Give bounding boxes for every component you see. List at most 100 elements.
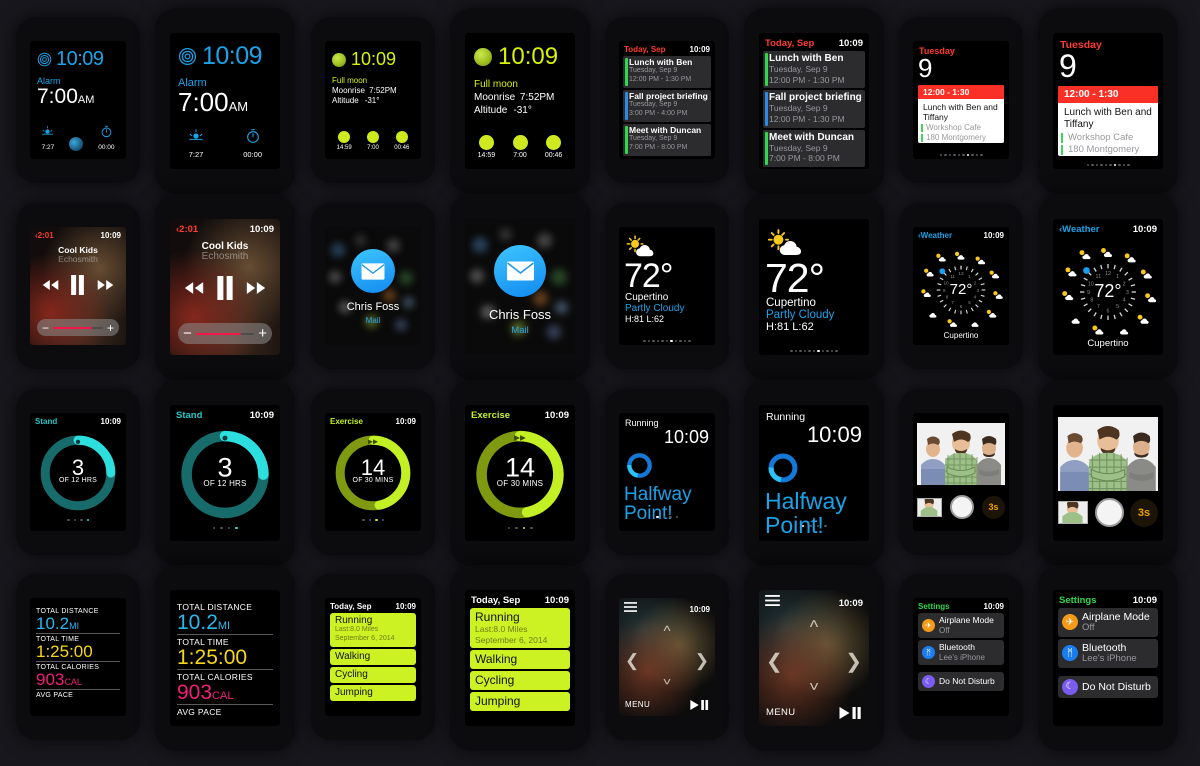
- shutter-button[interactable]: [1094, 498, 1124, 527]
- settings-row-airplane-mode[interactable]: ✈ Airplane Mode Off: [918, 613, 1004, 638]
- volume-plus[interactable]: +: [107, 322, 114, 334]
- shutter-button[interactable]: [950, 495, 974, 519]
- volume-slider[interactable]: − +: [37, 319, 119, 336]
- pause-icon[interactable]: [216, 276, 234, 300]
- chevron-right-icon[interactable]: ❯: [695, 652, 709, 669]
- settings-row-airplane-mode[interactable]: ✈ Airplane Mode Off: [1058, 608, 1158, 637]
- watch-screen[interactable]: Chris Foss Mail: [325, 227, 421, 345]
- watch-screen[interactable]: Running 10:09 Halfway Point!: [619, 413, 715, 531]
- watch-screen[interactable]: Settings 10:09 ✈ Airplane Mode Off ᛗ Blu…: [913, 598, 1009, 716]
- list-item[interactable]: Fall project briefing Tuesday, Sep 9 12:…: [763, 90, 865, 128]
- watch-screen[interactable]: 10:09 Full moon Moonrise 7:52PM Altitude…: [325, 41, 421, 159]
- watch-screen[interactable]: TOTAL DISTANCE 10.2MI TOTAL TIME 1:25:00…: [170, 590, 280, 726]
- pause-icon[interactable]: [70, 275, 85, 295]
- last-photo-thumbnail[interactable]: [917, 497, 942, 517]
- camera-viewfinder[interactable]: [917, 423, 1005, 485]
- watch-screen[interactable]: Chris Foss Mail: [465, 219, 575, 355]
- timer-button[interactable]: 3s: [982, 495, 1005, 519]
- watch-screen[interactable]: ‹2:01 10:09 Cool Kids Echosmith − +: [170, 219, 280, 355]
- chevron-right-icon[interactable]: ❯: [845, 652, 862, 672]
- watch-screen[interactable]: ‹Weather 10:09 12 1 2 3 4 5 6 7 8 9 10 1…: [913, 227, 1009, 345]
- watch-screen[interactable]: 72° Cupertino Partly Cloudy H:81 L:62: [619, 227, 715, 345]
- watch-screen[interactable]: 10:09 Alarm 7:00AM 7:27 00:00: [170, 33, 280, 169]
- watch-screen[interactable]: Stand 10:09 3 OF 12 HRS: [170, 405, 280, 541]
- watch-screen[interactable]: Today, Sep 10:09 Lunch with Ben Tuesday,…: [759, 33, 869, 169]
- watch-screen[interactable]: 72° Cupertino Partly Cloudy H:81 L:62: [759, 219, 869, 355]
- list-item[interactable]: Lunch with Ben Tuesday, Sep 9 12:00 PM -…: [623, 56, 711, 88]
- list-item[interactable]: Meet with Duncan Tuesday, Sep 9 7:00 PM …: [623, 123, 711, 156]
- watch-screen[interactable]: Today, Sep 10:09 Running Last:8.0 Miles …: [325, 598, 421, 716]
- watch-screen[interactable]: Exercise 10:09 ▶▶ 14 OF 30 MINS: [325, 413, 421, 531]
- event-card[interactable]: 12:00 - 1:30 Lunch with Ben and Tiffany …: [1058, 86, 1158, 156]
- list-item[interactable]: Fall project briefing Tuesday, Sep 9 3:0…: [623, 89, 711, 122]
- menu-button[interactable]: MENU: [766, 707, 796, 718]
- list-item[interactable]: Walking: [470, 650, 570, 670]
- list-item[interactable]: Running Last:8.0 Miles September 6, 2014: [330, 613, 416, 647]
- watch-screen[interactable]: 10:09 Full moon Moonrise 7:52PM Altitude…: [465, 33, 575, 169]
- list-item[interactable]: Walking: [330, 648, 416, 665]
- chevron-down-icon[interactable]: ^: [663, 670, 670, 687]
- list-item[interactable]: Lunch with Ben Tuesday, Sep 9 12:00 PM -…: [763, 51, 865, 89]
- back-button[interactable]: ‹Weather: [918, 231, 952, 240]
- watch-screen[interactable]: Tuesday 9 12:00 - 1:30 Lunch with Ben an…: [913, 41, 1009, 159]
- last-photo-thumbnail[interactable]: [1058, 501, 1088, 524]
- complication-alarm[interactable]: 7:00: [366, 131, 379, 151]
- list-icon[interactable]: [765, 595, 780, 609]
- complication-timer[interactable]: 14:59: [337, 131, 352, 151]
- volume-track[interactable]: [195, 332, 255, 335]
- volume-track[interactable]: [53, 326, 103, 329]
- chevron-left-icon[interactable]: ❮: [625, 652, 639, 669]
- watch-screen[interactable]: 10:09 ^ ❮ ❯ ^ MENU: [759, 590, 869, 726]
- watch-screen[interactable]: ‹2:01 10:09 Cool Kids Echosmith − +: [30, 227, 126, 345]
- complication-moonphase[interactable]: [69, 137, 84, 151]
- play-pause-icon[interactable]: [839, 707, 862, 719]
- settings-row-do-not-disturb[interactable]: ☾ Do Not Disturb: [1058, 675, 1158, 698]
- rewind-icon[interactable]: [42, 279, 59, 291]
- chevron-up-icon[interactable]: ^: [663, 624, 670, 639]
- list-item[interactable]: Cycling: [470, 671, 570, 691]
- settings-row-bluetooth[interactable]: ᛗ Bluetooth Lee's iPhone: [918, 639, 1004, 665]
- watch-screen[interactable]: 10:09 Alarm 7:00AM 7:27 00:00: [30, 41, 126, 159]
- list-item[interactable]: Cycling: [330, 666, 416, 683]
- fast-forward-icon[interactable]: [246, 281, 266, 295]
- complication-timer[interactable]: 00:00: [98, 125, 115, 151]
- volume-plus[interactable]: +: [258, 326, 267, 341]
- watch-screen[interactable]: Settings 10:09 ✈ Airplane Mode Off ᛗ Blu…: [1053, 590, 1163, 726]
- menu-button[interactable]: MENU: [625, 700, 650, 709]
- list-item[interactable]: Running Last:8.0 Miles September 6, 2014: [470, 608, 570, 649]
- watch-screen[interactable]: Running 10:09 Halfway Point!: [759, 405, 869, 541]
- watch-screen[interactable]: TOTAL DISTANCE 10.2MI TOTAL TIME 1:25:00…: [30, 598, 126, 716]
- settings-row-bluetooth[interactable]: ᛗ Bluetooth Lee's iPhone: [1058, 638, 1158, 668]
- list-item[interactable]: Jumping: [330, 684, 416, 701]
- watch-screen[interactable]: Today, Sep 10:09 Running Last:8.0 Miles …: [465, 590, 575, 726]
- watch-screen[interactable]: Tuesday 9 12:00 - 1:30 Lunch with Ben an…: [1053, 33, 1163, 169]
- chevron-up-icon[interactable]: ^: [810, 618, 818, 636]
- watch-screen[interactable]: ‹Weather 10:09 12 1 2 3 4 5 6 7 8 9 10 1…: [1053, 219, 1163, 355]
- complication-timer[interactable]: 00:00: [243, 128, 262, 159]
- fast-forward-icon[interactable]: [97, 279, 114, 291]
- list-item[interactable]: Jumping: [470, 692, 570, 712]
- complication-alarm[interactable]: 7:00: [512, 135, 528, 159]
- back-button[interactable]: ‹Weather: [1059, 224, 1099, 235]
- back-button[interactable]: ‹2:01: [176, 224, 198, 235]
- volume-slider[interactable]: − +: [178, 323, 272, 344]
- complication-stopwatch[interactable]: 00:46: [394, 131, 409, 151]
- watch-screen[interactable]: 3s: [913, 413, 1009, 531]
- complication-sunrise[interactable]: 7:27: [188, 128, 204, 159]
- watch-screen[interactable]: Stand 10:09 3 OF 12 HRS: [30, 413, 126, 531]
- watch-screen[interactable]: Today, Sep 10:09 Lunch with Ben Tuesday,…: [619, 41, 715, 159]
- camera-viewfinder[interactable]: [1058, 417, 1158, 491]
- volume-minus[interactable]: −: [183, 326, 192, 341]
- complication-sunrise[interactable]: 7:27: [41, 125, 54, 151]
- settings-row-do-not-disturb[interactable]: ☾ Do Not Disturb: [918, 671, 1004, 691]
- rewind-icon[interactable]: [184, 281, 204, 295]
- watch-screen[interactable]: 10:09 ^ ❮ ❯ ^ MENU: [619, 598, 715, 716]
- complication-timer[interactable]: 14:59: [478, 135, 495, 159]
- chevron-left-icon[interactable]: ❮: [766, 652, 783, 672]
- list-item[interactable]: Meet with Duncan Tuesday, Sep 9 7:00 PM …: [763, 129, 865, 167]
- event-card[interactable]: 12:00 - 1:30 Lunch with Ben and Tiffany …: [918, 85, 1004, 144]
- list-icon[interactable]: [624, 602, 637, 614]
- chevron-down-icon[interactable]: ^: [810, 673, 818, 693]
- watch-screen[interactable]: 3s: [1053, 405, 1163, 541]
- complication-stopwatch[interactable]: 00:46: [545, 135, 562, 159]
